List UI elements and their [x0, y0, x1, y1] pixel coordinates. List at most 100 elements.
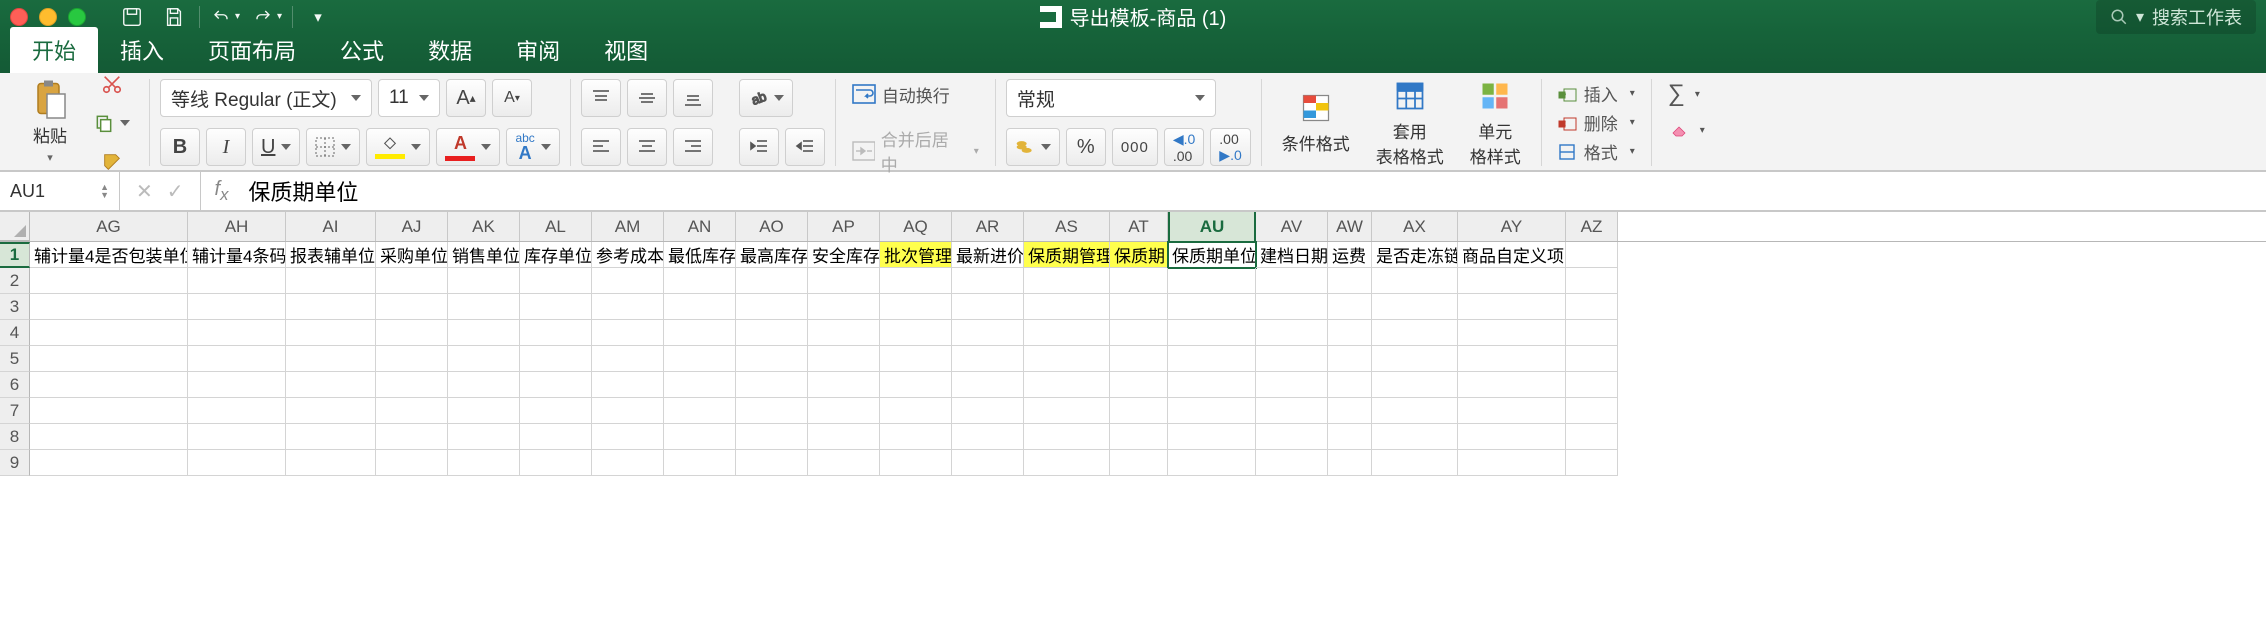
cell-AZ1[interactable] [1566, 242, 1618, 268]
column-header-AI[interactable]: AI [286, 212, 376, 241]
cell-AM4[interactable] [592, 320, 664, 346]
tab-data[interactable]: 数据 [406, 27, 494, 73]
cell-AP3[interactable] [808, 294, 880, 320]
paste-button[interactable]: 粘贴 ▾ [20, 78, 80, 168]
cell-AJ9[interactable] [376, 450, 448, 476]
cell-AL8[interactable] [520, 424, 592, 450]
cell-AR9[interactable] [952, 450, 1024, 476]
cell-AH7[interactable] [188, 398, 286, 424]
minimize-window-button[interactable] [39, 8, 57, 26]
cell-AX7[interactable] [1372, 398, 1458, 424]
tab-formulas[interactable]: 公式 [318, 27, 406, 73]
cell-AV9[interactable] [1256, 450, 1328, 476]
cell-AO2[interactable] [736, 268, 808, 294]
cell-AI4[interactable] [286, 320, 376, 346]
cell-AZ9[interactable] [1566, 450, 1618, 476]
tab-layout[interactable]: 页面布局 [186, 27, 318, 73]
cell-AR4[interactable] [952, 320, 1024, 346]
cell-AH9[interactable] [188, 450, 286, 476]
merge-center-button[interactable]: 合并后居中▾ [846, 136, 985, 166]
italic-button[interactable]: I [206, 128, 246, 166]
number-format-combo[interactable]: 常规 [1006, 79, 1216, 117]
row-header-8[interactable]: 8 [0, 424, 30, 450]
cell-AQ9[interactable] [880, 450, 952, 476]
autosave-icon[interactable] [111, 2, 153, 32]
cell-AR1[interactable]: 最新进价 [952, 242, 1024, 268]
cell-AM3[interactable] [592, 294, 664, 320]
cell-AV5[interactable] [1256, 346, 1328, 372]
cell-AY8[interactable] [1458, 424, 1566, 450]
column-header-AK[interactable]: AK [448, 212, 520, 241]
cell-AG7[interactable] [30, 398, 188, 424]
column-header-AG[interactable]: AG [30, 212, 188, 241]
cell-AN4[interactable] [664, 320, 736, 346]
cell-AW3[interactable] [1328, 294, 1372, 320]
cell-AM7[interactable] [592, 398, 664, 424]
cell-AV7[interactable] [1256, 398, 1328, 424]
cell-AJ1[interactable]: 采购单位 [376, 242, 448, 268]
cell-AT6[interactable] [1110, 372, 1168, 398]
cell-AJ6[interactable] [376, 372, 448, 398]
cell-AO6[interactable] [736, 372, 808, 398]
cell-AR8[interactable] [952, 424, 1024, 450]
cell-AI5[interactable] [286, 346, 376, 372]
cell-AM2[interactable] [592, 268, 664, 294]
align-center-button[interactable] [627, 128, 667, 166]
cell-AJ4[interactable] [376, 320, 448, 346]
cell-AQ8[interactable] [880, 424, 952, 450]
cell-AN5[interactable] [664, 346, 736, 372]
cell-AS8[interactable] [1024, 424, 1110, 450]
spreadsheet-grid[interactable]: AGAHAIAJAKALAMANAOAPAQARASATAUAVAWAXAYAZ… [0, 212, 2266, 476]
decrease-decimal-button[interactable]: .00▶.0 [1210, 128, 1250, 166]
cell-AX5[interactable] [1372, 346, 1458, 372]
fill-color-button[interactable] [366, 128, 430, 166]
increase-font-button[interactable]: A▴ [446, 79, 486, 117]
cell-AN7[interactable] [664, 398, 736, 424]
cell-AY4[interactable] [1458, 320, 1566, 346]
cell-AU6[interactable] [1168, 372, 1256, 398]
cell-AN3[interactable] [664, 294, 736, 320]
cell-AM5[interactable] [592, 346, 664, 372]
cell-AK1[interactable]: 销售单位 [448, 242, 520, 268]
cell-AZ5[interactable] [1566, 346, 1618, 372]
cell-AO8[interactable] [736, 424, 808, 450]
cell-AL2[interactable] [520, 268, 592, 294]
cell-AN2[interactable] [664, 268, 736, 294]
close-window-button[interactable] [10, 8, 28, 26]
column-header-AZ[interactable]: AZ [1566, 212, 1618, 241]
cell-styles-button[interactable]: 单元 格样式 [1460, 74, 1531, 172]
align-top-button[interactable] [581, 79, 621, 117]
font-name-combo[interactable]: 等线 Regular (正文) [160, 79, 372, 117]
cell-AP9[interactable] [808, 450, 880, 476]
cell-AI7[interactable] [286, 398, 376, 424]
cell-AG4[interactable] [30, 320, 188, 346]
cell-AT4[interactable] [1110, 320, 1168, 346]
cell-AR3[interactable] [952, 294, 1024, 320]
cell-AU8[interactable] [1168, 424, 1256, 450]
cell-AS9[interactable] [1024, 450, 1110, 476]
cell-AP1[interactable]: 安全库存 [808, 242, 880, 268]
cell-AV6[interactable] [1256, 372, 1328, 398]
row-header-3[interactable]: 3 [0, 294, 30, 320]
cell-AO5[interactable] [736, 346, 808, 372]
cell-AQ2[interactable] [880, 268, 952, 294]
cell-AL3[interactable] [520, 294, 592, 320]
cell-AN8[interactable] [664, 424, 736, 450]
phonetic-button[interactable]: abcA [506, 128, 559, 166]
cell-AY3[interactable] [1458, 294, 1566, 320]
cell-AU5[interactable] [1168, 346, 1256, 372]
cell-AZ4[interactable] [1566, 320, 1618, 346]
cell-AO3[interactable] [736, 294, 808, 320]
cell-AH3[interactable] [188, 294, 286, 320]
cell-AL4[interactable] [520, 320, 592, 346]
bold-button[interactable]: B [160, 128, 200, 166]
maximize-window-button[interactable] [68, 8, 86, 26]
clear-button[interactable]: ▾ [1662, 115, 1711, 145]
cell-AZ6[interactable] [1566, 372, 1618, 398]
cell-AX8[interactable] [1372, 424, 1458, 450]
column-header-AN[interactable]: AN [664, 212, 736, 241]
cell-AQ1[interactable]: 批次管理 [880, 242, 952, 268]
cell-AV4[interactable] [1256, 320, 1328, 346]
cell-AU9[interactable] [1168, 450, 1256, 476]
cell-AT3[interactable] [1110, 294, 1168, 320]
